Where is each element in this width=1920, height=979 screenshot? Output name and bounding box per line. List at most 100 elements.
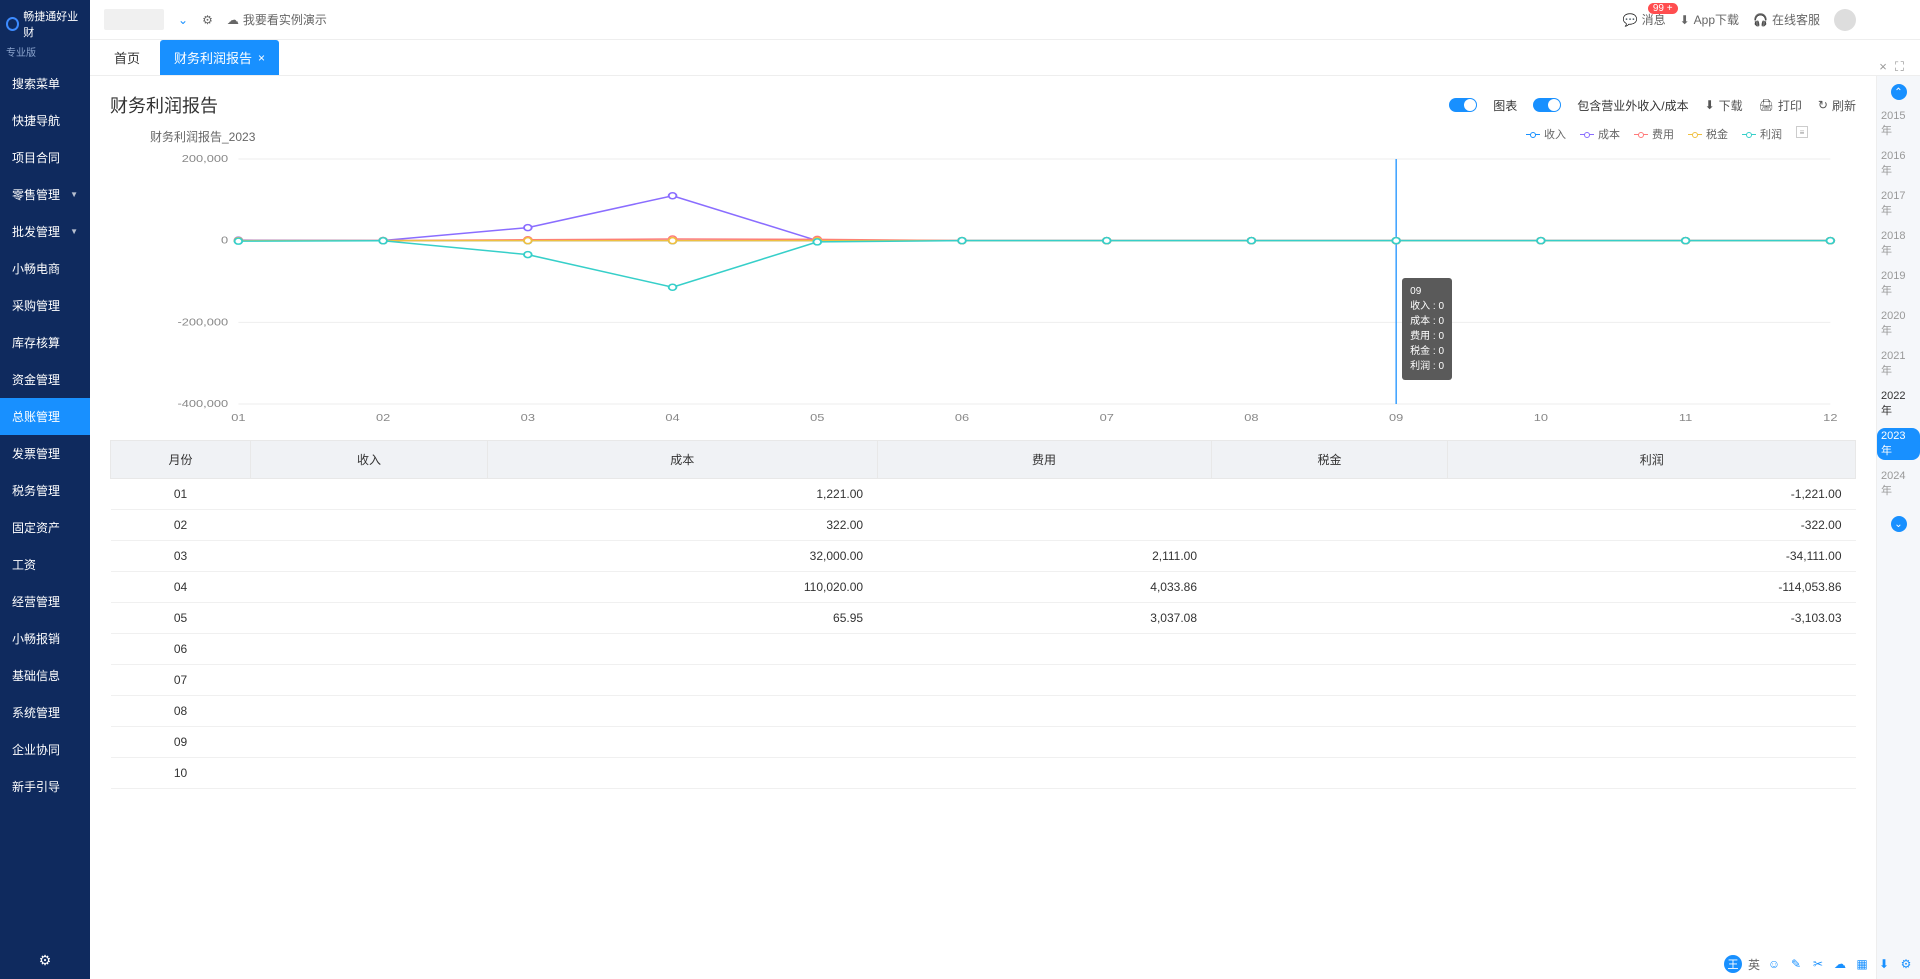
tabs: 首页 财务利润报告× × ⛶: [90, 40, 1920, 76]
nav-item-11[interactable]: 税务管理: [0, 472, 90, 509]
nav-item-14[interactable]: 经营管理: [0, 583, 90, 620]
legend-成本[interactable]: .lg-m::before{border-color:inherit}成本: [1580, 126, 1620, 142]
nav-item-3[interactable]: 零售管理▼: [0, 176, 90, 213]
main: ⌄ ⚙ ☁ 我要看实例演示 💬 消息99 + ⬇ App下载 🎧 在线客服 首页…: [90, 0, 1920, 979]
svg-text:11: 11: [1679, 413, 1692, 423]
page-title: 财务利润报告: [110, 92, 1433, 118]
ime-emoji-icon[interactable]: ☺: [1766, 956, 1782, 972]
svg-text:09: 09: [1389, 413, 1403, 423]
nav-item-19[interactable]: 新手引导: [0, 768, 90, 805]
refresh-button[interactable]: ↻ 刷新: [1818, 97, 1856, 114]
avatar[interactable]: [1834, 9, 1856, 31]
caret-icon: ▼: [70, 190, 78, 199]
ime-cut-icon[interactable]: ✂: [1810, 956, 1826, 972]
table-row: 08: [111, 696, 1856, 727]
ime-lang[interactable]: 英: [1748, 956, 1760, 973]
svg-text:07: 07: [1100, 413, 1114, 423]
nav-item-0[interactable]: 搜索菜单: [0, 65, 90, 102]
nav-item-6[interactable]: 采购管理: [0, 287, 90, 324]
settings-icon[interactable]: ⚙: [0, 942, 90, 979]
print-button[interactable]: 🖨 打印: [1759, 97, 1802, 114]
nav-item-13[interactable]: 工资: [0, 546, 90, 583]
nav-item-2[interactable]: 项目合同: [0, 139, 90, 176]
svg-text:-400,000: -400,000: [177, 399, 228, 409]
th-5: 利润: [1448, 441, 1856, 479]
chart-dataview-icon[interactable]: ≡: [1796, 126, 1808, 138]
year-2017年[interactable]: 2017年: [1877, 188, 1920, 220]
ime-cloud-icon[interactable]: ☁: [1832, 956, 1848, 972]
svg-text:01: 01: [231, 413, 245, 423]
tab-close-all-icon[interactable]: ×: [1879, 59, 1887, 75]
th-2: 成本: [487, 441, 877, 479]
svg-text:04: 04: [665, 413, 680, 423]
settings-small-icon[interactable]: ⚙: [202, 13, 213, 27]
legend-利润[interactable]: .lg-m::before{border-color:inherit}利润: [1742, 126, 1782, 142]
scroll-up-icon[interactable]: ⌃: [1891, 84, 1907, 100]
svg-text:200,000: 200,000: [182, 154, 228, 164]
nav-item-12[interactable]: 固定资产: [0, 509, 90, 546]
table-row: 02322.00-322.00: [111, 510, 1856, 541]
table-row: 04110,020.004,033.86-114,053.86: [111, 572, 1856, 603]
year-2015年[interactable]: 2015年: [1877, 108, 1920, 140]
svg-text:0: 0: [221, 236, 228, 246]
svg-text:02: 02: [376, 413, 390, 423]
app-download-button[interactable]: ⬇ App下载: [1680, 11, 1739, 28]
org-selector[interactable]: [104, 9, 164, 30]
year-2016年[interactable]: 2016年: [1877, 148, 1920, 180]
demo-link[interactable]: ☁ 我要看实例演示: [227, 11, 327, 28]
scroll-down-icon[interactable]: ⌄: [1891, 516, 1907, 532]
legend-费用[interactable]: .lg-m::before{border-color:inherit}费用: [1634, 126, 1674, 142]
nav-item-8[interactable]: 资金管理: [0, 361, 90, 398]
fullscreen-icon[interactable]: ⛶: [1895, 59, 1904, 75]
svg-text:06: 06: [955, 413, 969, 423]
legend-税金[interactable]: .lg-m::before{border-color:inherit}税金: [1688, 126, 1728, 142]
year-2024年[interactable]: 2024年: [1877, 468, 1920, 500]
svg-text:05: 05: [810, 413, 824, 423]
table-row: 011,221.00-1,221.00: [111, 479, 1856, 510]
chevron-down-icon[interactable]: ⌄: [178, 13, 188, 27]
nav-item-5[interactable]: 小畅电商: [0, 250, 90, 287]
msg-badge: 99 +: [1648, 3, 1678, 14]
svg-text:08: 08: [1244, 413, 1258, 423]
legend-收入[interactable]: .lg-m::before{border-color:inherit}收入: [1526, 126, 1566, 142]
chart-toggle[interactable]: [1449, 98, 1477, 112]
ime-edit-icon[interactable]: ✎: [1788, 956, 1804, 972]
brand-sub: 专业版: [0, 44, 90, 65]
legend: .lg-m::before{border-color:inherit}收入 .lg…: [1526, 126, 1808, 142]
nav-item-16[interactable]: 基础信息: [0, 657, 90, 694]
nav-item-17[interactable]: 系统管理: [0, 694, 90, 731]
ime-gear-icon[interactable]: ⚙: [1898, 956, 1914, 972]
year-2021年[interactable]: 2021年: [1877, 348, 1920, 380]
tab-home[interactable]: 首页: [100, 40, 154, 75]
user-name: [1870, 11, 1906, 28]
ime-down-icon[interactable]: ⬇: [1876, 956, 1892, 972]
nav-item-4[interactable]: 批发管理▼: [0, 213, 90, 250]
support-button[interactable]: 🎧 在线客服: [1753, 11, 1820, 28]
year-2019年[interactable]: 2019年: [1877, 268, 1920, 300]
ime-badge[interactable]: 王: [1724, 955, 1742, 973]
svg-text:-200,000: -200,000: [177, 318, 228, 328]
year-2023年[interactable]: 2023年: [1877, 428, 1920, 460]
chart: 财务利润报告_2023 .lg-m::before{border-color:i…: [110, 128, 1856, 432]
nav-item-9[interactable]: 总账管理: [0, 398, 90, 435]
year-2020年[interactable]: 2020年: [1877, 308, 1920, 340]
nav-item-15[interactable]: 小畅报销: [0, 620, 90, 657]
year-2018年[interactable]: 2018年: [1877, 228, 1920, 260]
nav-item-10[interactable]: 发票管理: [0, 435, 90, 472]
nav-item-18[interactable]: 企业协同: [0, 731, 90, 768]
nav-item-1[interactable]: 快捷导航: [0, 102, 90, 139]
chart-toggle-label: 图表: [1493, 97, 1517, 114]
ime-img-icon[interactable]: ▦: [1854, 956, 1870, 972]
nav-item-7[interactable]: 库存核算: [0, 324, 90, 361]
tab-report[interactable]: 财务利润报告×: [160, 40, 279, 75]
year-2022年[interactable]: 2022年: [1877, 388, 1920, 420]
extra-toggle-label: 包含营业外收入/成本: [1577, 97, 1688, 114]
year-strip: ⌃ 2015年 2016年 2017年 2018年 2019年 2020年 2021年 202…: [1876, 76, 1920, 979]
extra-toggle[interactable]: [1533, 98, 1561, 112]
chart-tooltip: 09收入 : 0成本 : 0费用 : 0税金 : 0利润 : 0: [1402, 278, 1452, 380]
messages-button[interactable]: 💬 消息99 +: [1623, 11, 1666, 28]
download-button[interactable]: ⬇ 下载: [1705, 97, 1743, 114]
svg-text:12: 12: [1823, 413, 1837, 423]
close-icon[interactable]: ×: [258, 51, 265, 65]
chart-canvas[interactable]: 200,0000-200,000-400,0000102030405060708…: [110, 149, 1856, 429]
